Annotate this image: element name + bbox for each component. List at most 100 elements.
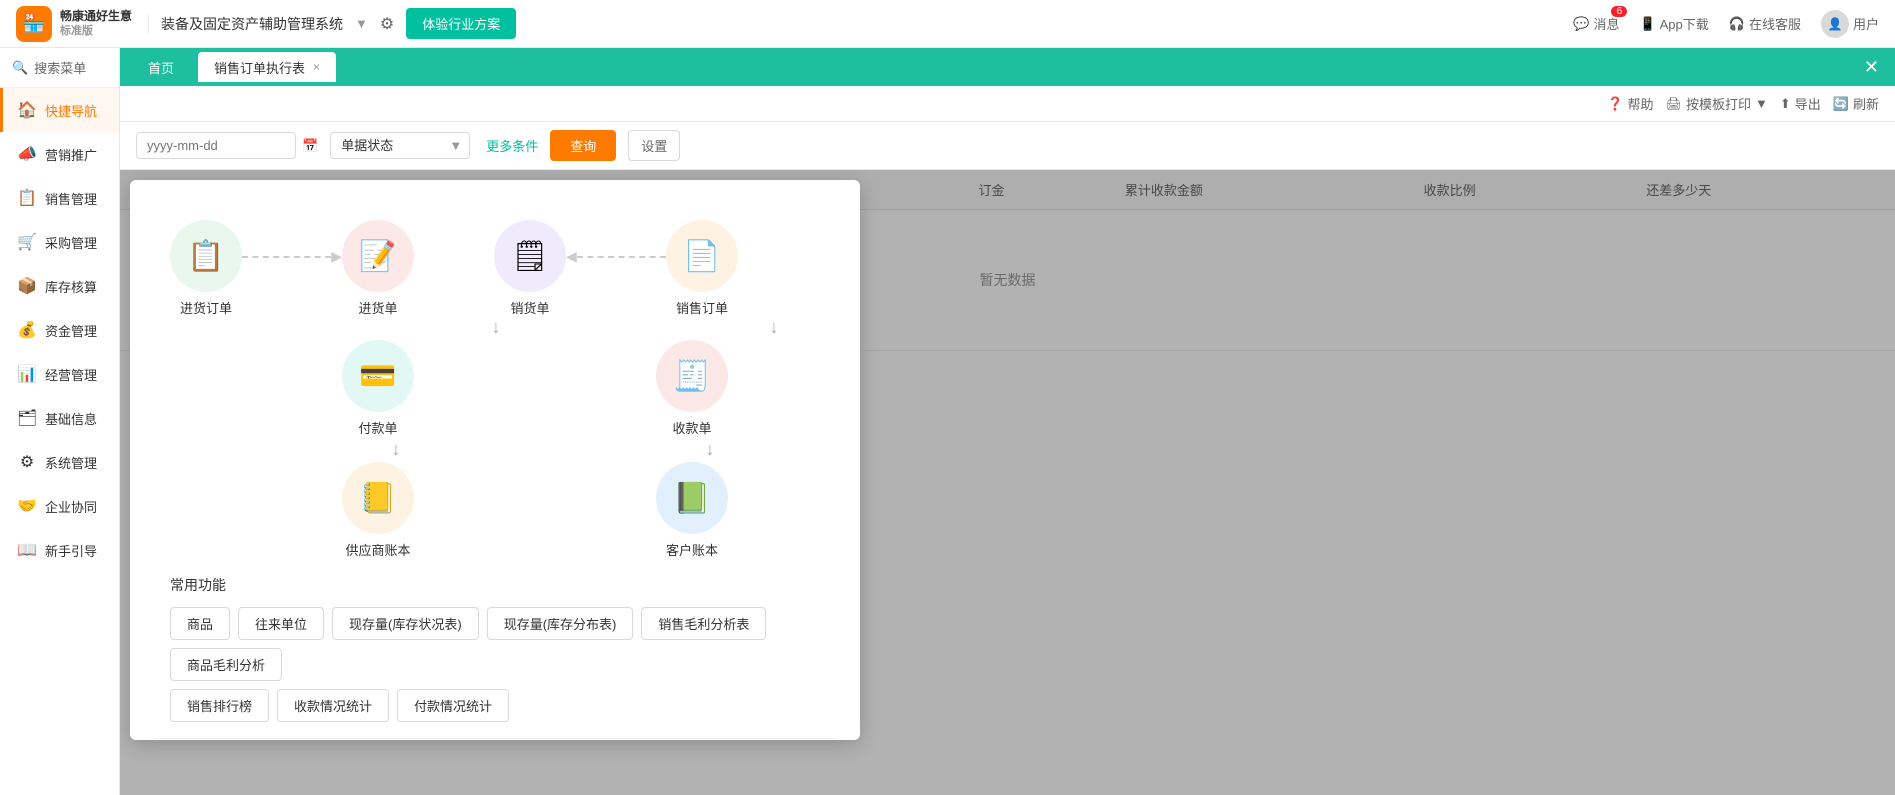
sidebar-item-inventory[interactable]: 📦 库存核算 xyxy=(0,264,119,308)
filter-date-range: 📅 xyxy=(136,132,318,159)
down-arrow-payment: ↓ xyxy=(378,439,414,460)
divider xyxy=(148,14,149,34)
func-btn-sales-analysis[interactable]: 销售毛利分析表 xyxy=(641,607,766,640)
sidebar-item-label: 营销推广 xyxy=(45,145,97,164)
sales-icon: 📋 xyxy=(17,188,37,208)
func-btn-sales-ranking[interactable]: 销售排行榜 xyxy=(170,689,269,722)
app-logo: 🏪 畅康通好生意 标准版 xyxy=(16,6,136,42)
purchase-bill-circle: 📝 xyxy=(342,220,414,292)
system-icon: ⚙ xyxy=(17,452,37,472)
sidebar-item-sales[interactable]: 📋 销售管理 xyxy=(0,176,119,220)
func-btn-product[interactable]: 商品 xyxy=(170,607,230,640)
common-functions: 常用功能 商品 往来单位 现存量(库存状况表) 现存量(库存分布表) 销售毛利分… xyxy=(154,575,836,722)
supplier-ledger-circle: 📒 xyxy=(342,462,414,534)
modal-overlay[interactable]: 📋 进货订单 ▶ xyxy=(120,170,1895,795)
headset-icon: 🎧 xyxy=(1729,16,1745,32)
flow-node-sales-order[interactable]: 📄 销售订单 xyxy=(666,220,738,317)
flow-diagram-container: 📋 进货订单 ▶ xyxy=(154,204,836,567)
sidebar-item-label: 企业协同 xyxy=(45,497,97,516)
sidebar-item-basic-info[interactable]: 🗂 基础信息 xyxy=(0,396,119,440)
sales-bill-label: 销货单 xyxy=(510,298,549,317)
online-service-item[interactable]: 🎧 在线客服 xyxy=(1729,14,1801,33)
message-badge: 6 xyxy=(1611,6,1627,17)
dropdown-icon[interactable]: ▼ xyxy=(355,16,368,31)
status-select[interactable]: 单据状态 xyxy=(330,132,470,159)
flow-row-4-arrows: ↓ ↓ xyxy=(170,439,820,460)
beginner-icon: 📖 xyxy=(17,540,37,560)
export-btn[interactable]: ⬆ 导出 xyxy=(1780,94,1821,113)
sidebar-search[interactable]: 🔍 搜索菜单 xyxy=(0,48,119,88)
func-btn-receipt-stats[interactable]: 收款情况统计 xyxy=(277,689,389,722)
finance-icon: 💰 xyxy=(17,320,37,340)
sidebar-item-label: 新手引导 xyxy=(45,541,97,560)
sales-order-label: 销售订单 xyxy=(676,298,728,317)
experience-btn[interactable]: 体验行业方案 xyxy=(406,8,516,39)
sidebar-item-label: 采购管理 xyxy=(45,233,97,252)
table-section: 商品 金额 预估毛利 预估毛利率 订金 累计收款金额 收款比例 还差多少天 xyxy=(120,170,1895,795)
more-conditions-btn[interactable]: 更多条件 xyxy=(486,136,538,155)
app-download-item[interactable]: 📱 App下载 xyxy=(1639,14,1708,33)
tab-close-icon[interactable]: × xyxy=(313,60,320,74)
down-arrow-sales: ↓ xyxy=(756,317,792,338)
sidebar-item-operations[interactable]: 📊 经营管理 xyxy=(0,352,119,396)
flow-node-receipt[interactable]: 🧾 收款单 xyxy=(656,340,728,437)
logo-text: 畅康通好生意 标准版 xyxy=(60,9,132,39)
tab-home[interactable]: 首页 xyxy=(128,48,194,86)
message-item[interactable]: 💬 消息 6 xyxy=(1573,14,1619,33)
func-btn-product-margin[interactable]: 商品毛利分析 xyxy=(170,648,282,681)
purchase-icon: 🛒 xyxy=(17,232,37,252)
func-btn-inventory-status[interactable]: 现存量(库存状况表) xyxy=(332,607,479,640)
export-icon: ⬆ xyxy=(1780,96,1791,112)
flow-node-purchase-bill[interactable]: 📝 进货单 xyxy=(342,220,414,317)
sales-bill-circle: 🗒 xyxy=(494,220,566,292)
phone-icon: 📱 xyxy=(1639,16,1655,32)
flow-node-sales-bill[interactable]: 🗒 销货单 xyxy=(494,220,566,317)
sidebar-item-quick-nav[interactable]: 🏠 快捷导航 xyxy=(0,88,119,132)
help-icon: ❓ xyxy=(1607,96,1623,112)
sidebar-item-label: 经营管理 xyxy=(45,365,97,384)
template-print-btn[interactable]: 🖨 按模板打印 ▼ xyxy=(1665,94,1767,113)
sidebar-item-label: 系统管理 xyxy=(45,453,97,472)
tab-sales-order[interactable]: 销售订单执行表 × xyxy=(198,52,336,82)
message-icon: 💬 xyxy=(1573,16,1589,32)
sidebar-item-system[interactable]: ⚙ 系统管理 xyxy=(0,440,119,484)
system-title: 装备及固定资产辅助管理系统 xyxy=(161,14,343,34)
date-start-input[interactable] xyxy=(136,132,296,159)
content-toolbar: ❓ 帮助 🖨 按模板打印 ▼ ⬆ 导出 🔄 刷新 xyxy=(120,86,1895,122)
func-btn-partner[interactable]: 往来单位 xyxy=(238,607,324,640)
sidebar-item-enterprise[interactable]: 🤝 企业协同 xyxy=(0,484,119,528)
sidebar-item-marketing[interactable]: 📣 营销推广 xyxy=(0,132,119,176)
setting-btn[interactable]: 设置 xyxy=(628,130,680,161)
payment-label: 付款单 xyxy=(358,418,397,437)
flow-node-payment[interactable]: 💳 付款单 xyxy=(342,340,414,437)
help-btn[interactable]: ❓ 帮助 xyxy=(1607,94,1653,113)
tab-label: 销售订单执行表 xyxy=(214,58,305,77)
operations-icon: 📊 xyxy=(17,364,37,384)
query-btn[interactable]: 查询 xyxy=(550,130,616,161)
flow-node-customer-ledger[interactable]: 📗 客户账本 xyxy=(656,462,728,559)
enterprise-icon: 🤝 xyxy=(17,496,37,516)
flow-node-supplier-ledger[interactable]: 📒 供应商账本 xyxy=(342,462,414,559)
modal-scrollbar[interactable]: ◀ ▶ xyxy=(154,738,836,740)
toolbar-right: ❓ 帮助 🖨 按模板打印 ▼ ⬆ 导出 🔄 刷新 xyxy=(1607,94,1879,113)
func-btn-inventory-dist[interactable]: 现存量(库存分布表) xyxy=(487,607,634,640)
func-btn-payment-stats[interactable]: 付款情况统计 xyxy=(397,689,509,722)
receipt-label: 收款单 xyxy=(672,418,711,437)
customer-ledger-icon: 📗 xyxy=(673,481,710,516)
chevron-down-icon: ▼ xyxy=(1755,96,1768,111)
arrow-h1: ▶ xyxy=(242,248,342,265)
sidebar-item-finance[interactable]: 💰 资金管理 xyxy=(0,308,119,352)
supplier-ledger-label: 供应商账本 xyxy=(345,540,410,559)
settings-icon[interactable]: ⚙ xyxy=(380,14,394,34)
sidebar-item-label: 基础信息 xyxy=(45,409,97,428)
body-wrapper: 🔍 搜索菜单 🏠 快捷导航 📣 营销推广 📋 销售管理 🛒 采购管理 📦 xyxy=(0,48,1895,795)
down-arrow-receipt: ↓ xyxy=(692,439,728,460)
modal: 📋 进货订单 ▶ xyxy=(130,180,860,740)
sidebar-item-beginner[interactable]: 📖 新手引导 xyxy=(0,528,119,572)
refresh-btn[interactable]: 🔄 刷新 xyxy=(1833,94,1879,113)
window-close-btn[interactable]: ✕ xyxy=(1856,57,1887,78)
flow-node-purchase-order[interactable]: 📋 进货订单 xyxy=(170,220,242,317)
sidebar-item-purchase[interactable]: 🛒 采购管理 xyxy=(0,220,119,264)
flow-row-5: 📒 供应商账本 📗 客户账本 xyxy=(170,462,820,559)
user-item[interactable]: 👤 用户 xyxy=(1821,10,1879,38)
